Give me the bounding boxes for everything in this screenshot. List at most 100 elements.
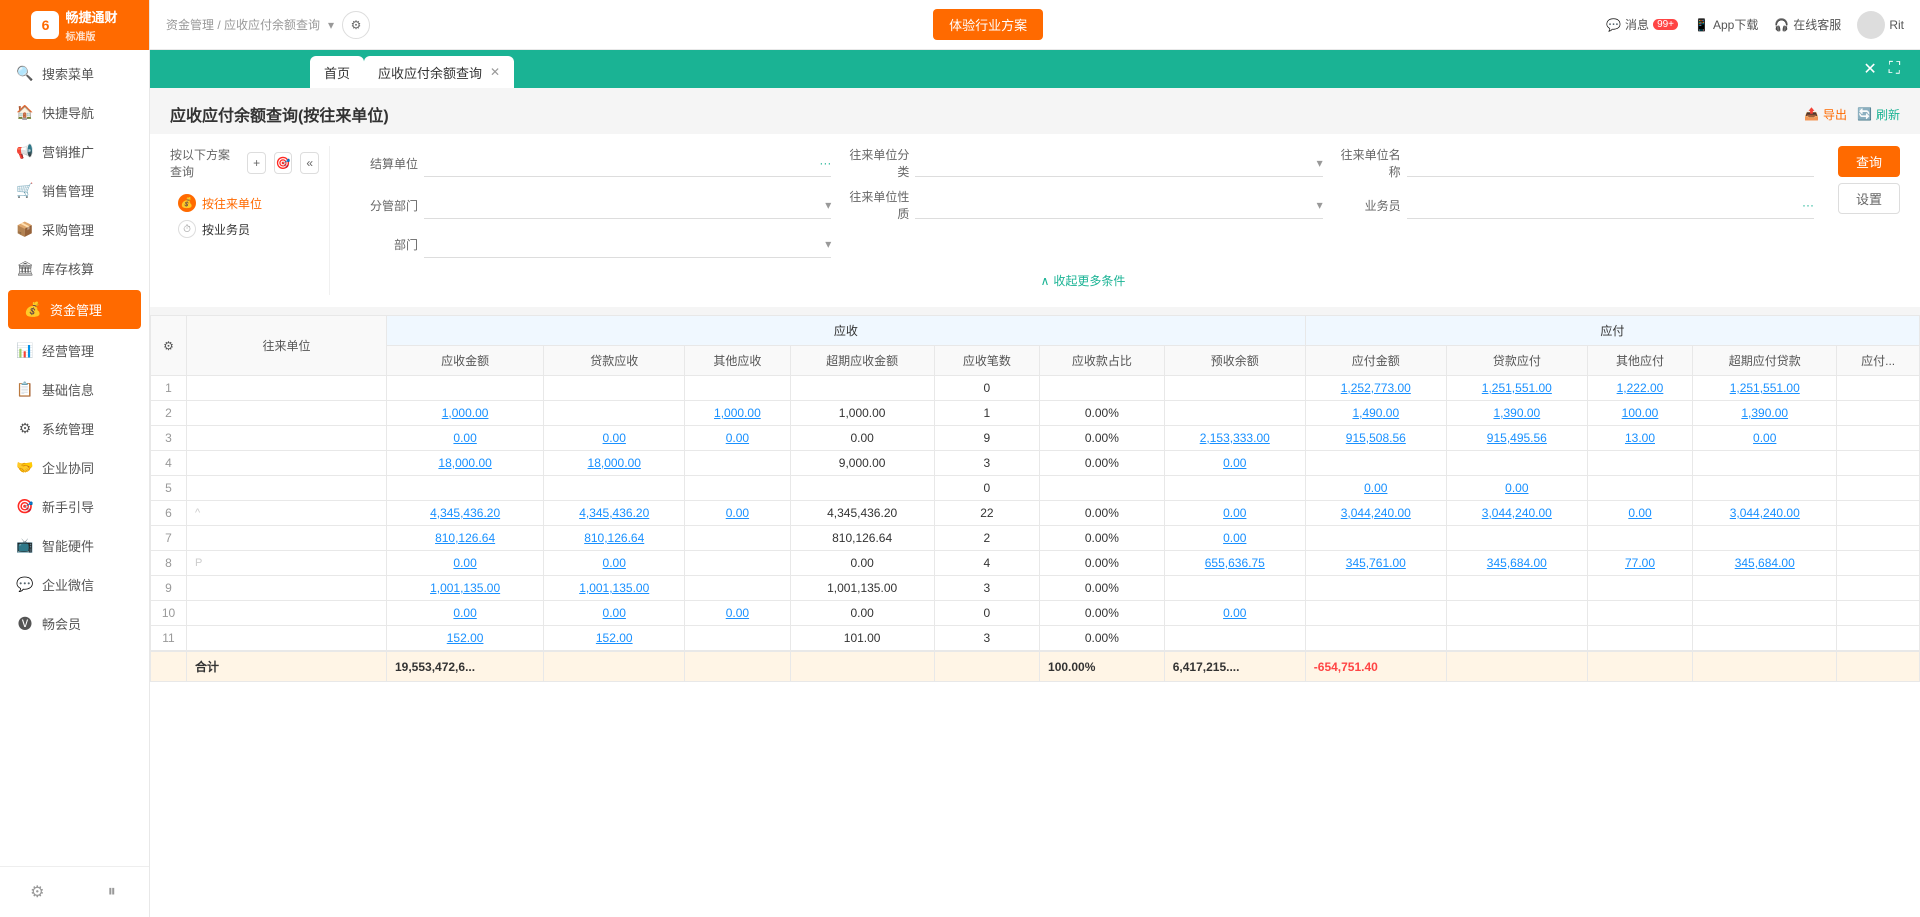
cell[interactable]: 1,390.00 [1693, 401, 1837, 426]
cell[interactable]: 3,044,240.00 [1305, 501, 1446, 526]
cell[interactable]: 4,345,436.20 [544, 501, 685, 526]
cell[interactable]: 0.00 [544, 551, 685, 576]
cell[interactable]: 915,495.56 [1446, 426, 1587, 451]
cell[interactable]: 0.00 [685, 426, 790, 451]
collapse-icon[interactable]: ⏸ [97, 877, 127, 907]
cell[interactable]: 345,684.00 [1693, 551, 1837, 576]
cell[interactable]: 810,126.64 [544, 526, 685, 551]
cell[interactable]: 4,345,436.20 [387, 501, 544, 526]
sidebar-item-shortcut[interactable]: 🏠 快捷导航 [0, 93, 149, 132]
sidebar-item-base[interactable]: 📋 基础信息 [0, 370, 149, 409]
cell[interactable]: 1,001,135.00 [387, 576, 544, 601]
refresh-button[interactable]: 🔄 刷新 [1857, 106, 1900, 123]
table-wrapper[interactable]: ⚙ 往来单位 应收 应付 应收金额 贷款应收 其他应收 超期应收金额 应收笔数 [150, 315, 1920, 917]
cell[interactable]: 1,490.00 [1305, 401, 1446, 426]
cell[interactable]: 0.00 [387, 426, 544, 451]
settings-bottom-icon[interactable]: ⚙ [22, 877, 52, 907]
filter-partner-category: 往来单位分类 ▾ [843, 146, 1322, 180]
cell[interactable]: 1,251,551.00 [1446, 376, 1587, 401]
cell[interactable]: 1,252,773.00 [1305, 376, 1446, 401]
sidebar-item-guide[interactable]: 🎯 新手引导 [0, 487, 149, 526]
collapse-scheme-btn[interactable]: « [300, 152, 319, 174]
cell[interactable]: 18,000.00 [387, 451, 544, 476]
promo-button[interactable]: 体验行业方案 [933, 9, 1043, 40]
sidebar-item-purchase[interactable]: 📦 采购管理 [0, 210, 149, 249]
online-service-btn[interactable]: 🎧 在线客服 [1774, 16, 1841, 33]
sidebar-item-system[interactable]: ⚙ 系统管理 [0, 409, 149, 448]
cell[interactable]: 13.00 [1587, 426, 1692, 451]
dept-input[interactable]: ▾ [424, 230, 831, 258]
settings-button[interactable]: 设置 [1838, 183, 1900, 214]
cell[interactable]: 1,001,135.00 [544, 576, 685, 601]
cell[interactable]: 152.00 [544, 626, 685, 652]
cell[interactable]: 0.00 [1446, 476, 1587, 501]
cell[interactable]: 3,044,240.00 [1693, 501, 1837, 526]
cell[interactable]: 810,126.64 [387, 526, 544, 551]
sidebar-item-wechat[interactable]: 💬 企业微信 [0, 565, 149, 604]
sidebar-item-inventory[interactable]: 🏛 库存核算 [0, 249, 149, 288]
cell[interactable]: 0.00 [544, 426, 685, 451]
cell[interactable]: 0.00 [387, 551, 544, 576]
partner-name-input[interactable] [1407, 149, 1814, 177]
cell[interactable]: 655,636.75 [1164, 551, 1305, 576]
footer-ar-advance[interactable]: 6,417,215.... [1164, 651, 1305, 682]
settings-col-header[interactable]: ⚙ [151, 316, 187, 376]
cell[interactable]: 0.00 [544, 601, 685, 626]
cell[interactable]: 915,508.56 [1305, 426, 1446, 451]
cell[interactable]: 1,000.00 [685, 401, 790, 426]
cell[interactable]: 18,000.00 [544, 451, 685, 476]
query-button[interactable]: 查询 [1838, 146, 1900, 177]
cell[interactable]: 2,153,333.00 [1164, 426, 1305, 451]
filter-by-partner[interactable]: 💰 按往来单位 [178, 190, 319, 216]
add-scheme-btn[interactable]: + [247, 152, 266, 174]
tab-close-icon[interactable]: ✕ [490, 65, 500, 79]
cell[interactable]: 0.00 [685, 601, 790, 626]
cell[interactable]: 0.00 [1693, 426, 1837, 451]
cell[interactable]: 0.00 [1164, 526, 1305, 551]
tab-home[interactable]: 首页 [310, 56, 364, 88]
sidebar-item-device[interactable]: 📺 智能硬件 [0, 526, 149, 565]
cell[interactable]: 1,222.00 [1587, 376, 1692, 401]
cell[interactable]: 0.00 [1305, 476, 1446, 501]
app-download-btn[interactable]: 📱 App下载 [1694, 16, 1758, 33]
cell[interactable]: 77.00 [1587, 551, 1692, 576]
sidebar-item-fund[interactable]: 💰 资金管理 [8, 290, 141, 329]
cell[interactable]: 0.00 [387, 601, 544, 626]
partner-nature-input[interactable]: ▾ [915, 191, 1322, 219]
cell[interactable]: 1,000.00 [387, 401, 544, 426]
close-window-icon[interactable]: ✕ [1863, 59, 1876, 79]
collapse-conditions-btn[interactable]: ∧ 收起更多条件 [352, 266, 1814, 295]
sidebar-item-marketing[interactable]: 📢 营销推广 [0, 132, 149, 171]
filter-by-staff[interactable]: ⏱ 按业务员 [178, 216, 319, 242]
maximize-icon[interactable]: ⛶ [1889, 60, 1900, 78]
cell[interactable]: 100.00 [1587, 401, 1692, 426]
settlement-input[interactable]: ··· [424, 149, 831, 177]
cell[interactable]: 345,684.00 [1446, 551, 1587, 576]
sidebar-item-search[interactable]: 🔍 搜索菜单 [0, 54, 149, 93]
partner-category-input[interactable]: ▾ [915, 149, 1322, 177]
cell[interactable]: 0.00 [1164, 501, 1305, 526]
sidebar-item-member[interactable]: 🅥 畅会员 [0, 604, 149, 643]
cell[interactable]: 345,761.00 [1305, 551, 1446, 576]
sidebar-item-collab[interactable]: 🤝 企业协同 [0, 448, 149, 487]
tab-ar-ap[interactable]: 应收应付余额查询 ✕ [364, 56, 514, 88]
cell[interactable]: 0.00 [1164, 601, 1305, 626]
cell[interactable]: 3,044,240.00 [1446, 501, 1587, 526]
cell[interactable]: 0.00 [1587, 501, 1692, 526]
topbar-settings-icon[interactable]: ⚙ [342, 11, 370, 39]
dept-manager-input[interactable]: ▾ [424, 191, 831, 219]
cell[interactable]: 0.00 [1164, 451, 1305, 476]
sidebar-item-operation[interactable]: 📊 经营管理 [0, 331, 149, 370]
cell[interactable]: 1,390.00 [1446, 401, 1587, 426]
user-avatar[interactable]: Rit [1857, 11, 1904, 39]
export-button[interactable]: 📤 导出 [1804, 106, 1847, 123]
edit-scheme-btn[interactable]: 🎯 [274, 152, 293, 174]
sidebar-item-sales[interactable]: 🛒 销售管理 [0, 171, 149, 210]
filter-partner-nature: 往来单位性质 ▾ [843, 188, 1322, 222]
messages-btn[interactable]: 💬 消息 99+ [1606, 16, 1678, 33]
cell[interactable]: 1,251,551.00 [1693, 376, 1837, 401]
cell[interactable]: 152.00 [387, 626, 544, 652]
salesperson-input[interactable]: ··· [1407, 191, 1814, 219]
footer-ar-amount[interactable]: 19,553,472,6... [387, 651, 544, 682]
cell[interactable]: 0.00 [685, 501, 790, 526]
